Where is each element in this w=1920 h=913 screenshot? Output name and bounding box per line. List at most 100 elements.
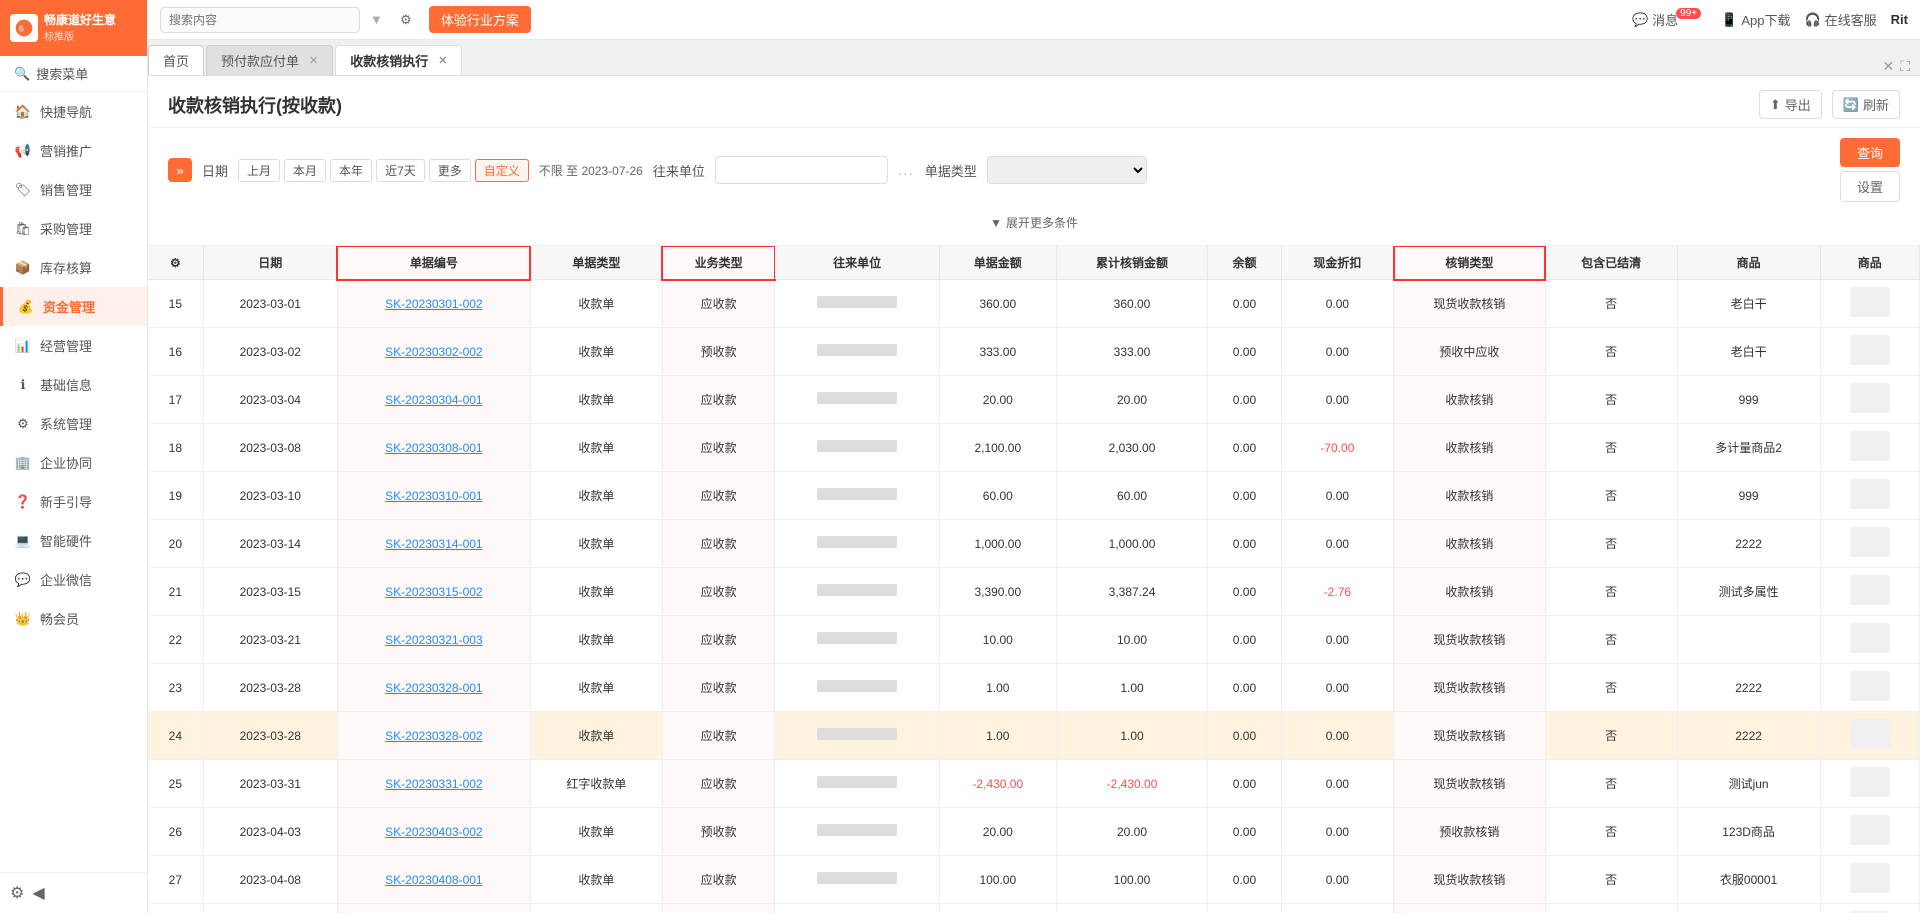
col-header-partner[interactable]: 往来单位: [775, 246, 940, 280]
solution-button[interactable]: 体验行业方案: [429, 6, 531, 33]
cell-doc-no[interactable]: SK-20230302-002: [337, 328, 530, 376]
cell-goods-img: [1820, 904, 1919, 913]
app-download-item[interactable]: 📱 App下载: [1721, 10, 1790, 29]
collapse-icon[interactable]: ◀: [32, 883, 44, 903]
col-header-doc-type[interactable]: 单据类型: [530, 246, 662, 280]
cell-goods-img: [1820, 808, 1919, 856]
sidebar-item-guide[interactable]: ❓ 新手引导: [0, 482, 147, 521]
col-header-balance[interactable]: 余额: [1208, 246, 1281, 280]
cell-doc-no[interactable]: SK-20230315-002: [337, 568, 530, 616]
col-header-goods-img[interactable]: 商品: [1820, 246, 1919, 280]
settings-footer-icon[interactable]: ⚙: [10, 883, 24, 903]
sidebar-item-operations[interactable]: 📊 经营管理: [0, 326, 147, 365]
col-header-cum-amount[interactable]: 累计核销金额: [1056, 246, 1208, 280]
date-btn-this-year[interactable]: 本年: [330, 159, 372, 182]
cell-doc-no[interactable]: SK-20230308-001: [337, 424, 530, 472]
col-header-date[interactable]: 日期: [203, 246, 337, 280]
tab-close-all-icon[interactable]: ✕: [1882, 58, 1894, 75]
col-header-doc-no[interactable]: 单据编号: [337, 246, 530, 280]
cell-include-settled: 否: [1545, 424, 1677, 472]
topbar-gear-icon[interactable]: ⚙: [393, 7, 419, 33]
sidebar-item-inventory[interactable]: 📦 库存核算: [0, 248, 147, 287]
col-header-gear[interactable]: ⚙: [148, 246, 203, 280]
date-btn-this-month[interactable]: 本月: [284, 159, 326, 182]
online-support-item[interactable]: 🎧 在线客服: [1804, 10, 1876, 29]
tab-prepay[interactable]: 预付款应付单 ✕: [206, 45, 333, 75]
cell-doc-type: 红字收款单: [530, 760, 662, 808]
search-label: 搜索菜单: [36, 64, 88, 83]
cell-biz-type: 应收款: [662, 616, 774, 664]
col-header-write-off-type[interactable]: 核销类型: [1394, 246, 1546, 280]
sidebar-item-hardware[interactable]: 💻 智能硬件: [0, 521, 147, 560]
cell-doc-no[interactable]: SK-20230321-003: [337, 616, 530, 664]
table-row: 15 2023-03-01 SK-20230301-002 收款单 应收款 36…: [148, 280, 1920, 328]
expand-conditions-button[interactable]: ▼ 展开更多条件: [990, 210, 1078, 235]
cell-doc-no[interactable]: SK-20230310-001: [337, 472, 530, 520]
cell-doc-no[interactable]: SK-20230418-001: [337, 904, 530, 913]
sidebar-item-quick-nav[interactable]: 🏠 快捷导航: [0, 92, 147, 131]
message-item[interactable]: 💬 消息 99+: [1632, 10, 1707, 29]
cell-partner: [775, 424, 940, 472]
filter-collapse-button[interactable]: »: [168, 158, 192, 182]
cell-doc-no[interactable]: SK-20230328-001: [337, 664, 530, 712]
topbar-dropdown-icon[interactable]: ▼: [370, 12, 383, 27]
date-btn-more[interactable]: 更多: [429, 159, 471, 182]
table-row: 20 2023-03-14 SK-20230314-001 收款单 应收款 1,…: [148, 520, 1920, 568]
col-header-discount[interactable]: 现金折扣: [1281, 246, 1393, 280]
col-header-include-settled[interactable]: 包含已结清: [1545, 246, 1677, 280]
cell-date: 2023-03-28: [203, 664, 337, 712]
sidebar-search[interactable]: 🔍 搜索菜单: [0, 56, 147, 92]
sidebar-item-enterprise[interactable]: 🏢 企业协同: [0, 443, 147, 482]
tab-receipt-close[interactable]: ✕: [438, 54, 447, 67]
cell-biz-type: 应收款: [662, 712, 774, 760]
cell-amount: 20.00: [939, 808, 1056, 856]
topbar-search-input[interactable]: [160, 7, 360, 33]
cell-doc-no[interactable]: SK-20230331-002: [337, 760, 530, 808]
tab-maximize-icon[interactable]: ⛶: [1900, 58, 1910, 75]
sidebar-item-sales[interactable]: 🏷 销售管理: [0, 170, 147, 209]
cell-biz-type: 应收款: [662, 760, 774, 808]
user-item[interactable]: Rit: [1891, 12, 1908, 27]
cell-doc-no[interactable]: SK-20230301-002: [337, 280, 530, 328]
partner-filter-input[interactable]: [715, 156, 888, 184]
date-btn-7days[interactable]: 近7天: [376, 159, 425, 182]
table-row: 22 2023-03-21 SK-20230321-003 收款单 应收款 10…: [148, 616, 1920, 664]
date-btn-custom[interactable]: 自定义: [475, 159, 529, 182]
cell-doc-no[interactable]: SK-20230314-001: [337, 520, 530, 568]
sidebar-item-member[interactable]: 👑 畅会员: [0, 599, 147, 638]
tab-receipt-exec[interactable]: 收款核销执行 ✕: [335, 45, 462, 75]
cell-balance: 0.00: [1208, 760, 1281, 808]
sidebar-item-basic[interactable]: ℹ 基础信息: [0, 365, 147, 404]
cell-doc-no[interactable]: SK-20230304-001: [337, 376, 530, 424]
type-filter-select[interactable]: [987, 156, 1147, 184]
sidebar-item-wechat[interactable]: 💬 企业微信: [0, 560, 147, 599]
cell-doc-type: 收款单: [530, 856, 662, 904]
tab-prepay-close[interactable]: ✕: [309, 54, 318, 67]
table-row: 19 2023-03-10 SK-20230310-001 收款单 应收款 60…: [148, 472, 1920, 520]
col-header-biz-type[interactable]: 业务类型: [662, 246, 774, 280]
cell-discount: 0.00: [1281, 472, 1393, 520]
cell-biz-type: 应收款: [662, 472, 774, 520]
sidebar-item-finance[interactable]: 💰 资金管理: [0, 287, 147, 326]
cell-doc-no[interactable]: SK-20230328-002: [337, 712, 530, 760]
cell-include-settled: 否: [1545, 664, 1677, 712]
export-button[interactable]: ⬆ 导出: [1759, 90, 1822, 119]
cell-doc-no[interactable]: SK-20230408-001: [337, 856, 530, 904]
cell-partner: [775, 664, 940, 712]
filter-row: » 日期 上月 本月 本年 近7天 更多 自定义 不限 至 2023-07-26…: [168, 138, 1900, 202]
col-header-amount[interactable]: 单据金额: [939, 246, 1056, 280]
cell-write-off-type: 收款核销: [1394, 568, 1546, 616]
date-btn-last-month[interactable]: 上月: [238, 159, 280, 182]
sidebar-item-marketing[interactable]: 📢 营销推广: [0, 131, 147, 170]
settings-button[interactable]: 设置: [1840, 171, 1900, 202]
sidebar-item-system[interactable]: ⚙ 系统管理: [0, 404, 147, 443]
query-button[interactable]: 查询: [1840, 138, 1900, 167]
col-header-goods[interactable]: 商品: [1677, 246, 1820, 280]
sidebar-item-label: 基础信息: [40, 375, 92, 394]
sidebar-logo: 6 畅康道好生意 标推版: [0, 0, 147, 56]
cell-date: 2023-03-10: [203, 472, 337, 520]
sidebar-item-purchase[interactable]: 🛍 采购管理: [0, 209, 147, 248]
refresh-button[interactable]: 🔄 刷新: [1832, 90, 1900, 119]
tab-home[interactable]: 首页: [148, 45, 204, 75]
cell-doc-no[interactable]: SK-20230403-002: [337, 808, 530, 856]
